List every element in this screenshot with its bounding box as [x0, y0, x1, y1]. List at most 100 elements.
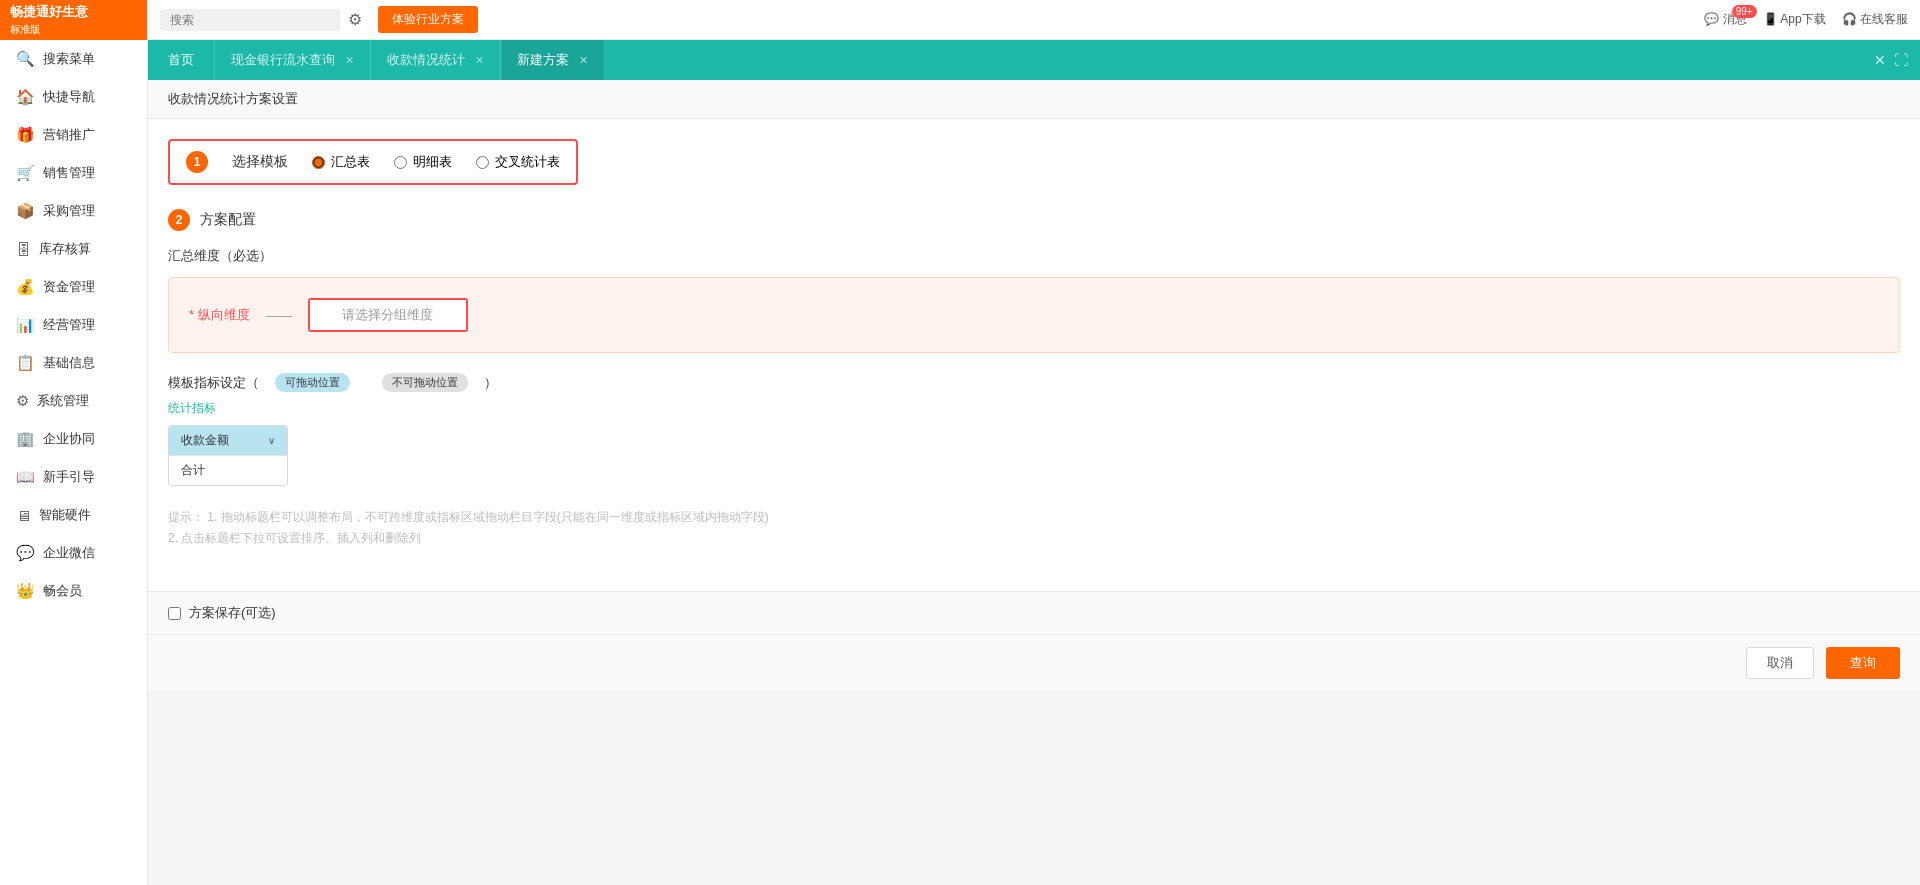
sidebar-item-quick-nav[interactable]: 🏠 快捷导航 [0, 78, 147, 116]
sidebar-label-enterprise: 企业协同 [43, 430, 95, 448]
metrics-config: 模板指标设定（ 可拖动位置 不可拖动位置 ） 统计指标 收款金额 ∨ [168, 373, 1900, 489]
sidebar-item-enterprise[interactable]: 🏢 企业协同 [0, 420, 147, 458]
non-draggable-hint: 不可拖动位置 [382, 373, 468, 392]
service-label: 在线客服 [1860, 12, 1908, 26]
step1-num: 1 [186, 151, 208, 173]
tabbar-right: ✕ ⛶ [1862, 40, 1920, 80]
radio-cross[interactable] [476, 156, 489, 169]
metrics-row-label: 合计 [181, 463, 205, 477]
tip-1: 提示： 1. 拖动标题栏可以调整布局，不可跨维度或指标区域拖动栏目字段(只能在同… [168, 509, 1900, 526]
tab-new-plan[interactable]: 新建方案 ✕ [501, 40, 605, 80]
sidebar-item-finance[interactable]: 💰 资金管理 [0, 268, 147, 306]
topbar: ⚙ 体验行业方案 💬 99+ 消息 📱 App下载 🎧 在线客服 [148, 0, 1920, 40]
sales-icon: 🛒 [16, 164, 35, 182]
sidebar-item-guide[interactable]: 📖 新手引导 [0, 458, 147, 496]
save-label[interactable]: 方案保存(可选) [189, 604, 276, 622]
sidebar-label-finance: 资金管理 [43, 278, 95, 296]
tab-receipt-stats-label: 收款情况统计 [387, 51, 465, 69]
sidebar-label-sales: 销售管理 [43, 164, 95, 182]
footer-actions: 取消 查询 [148, 634, 1920, 691]
settings-icon[interactable]: ⚙ [348, 10, 362, 29]
dimension-row: 纵向维度 —— 请选择分组维度 [189, 298, 1879, 332]
draggable-hint: 可拖动位置 [275, 373, 350, 392]
query-button[interactable]: 查询 [1826, 647, 1900, 679]
dimension-config: 汇总维度（必选） 纵向维度 —— 请选择分组维度 [168, 247, 1900, 353]
tab-receipt-stats[interactable]: 收款情况统计 ✕ [371, 40, 501, 80]
sidebar-label-search-menu: 搜索菜单 [43, 50, 95, 68]
dimension-row-label: 纵向维度 [189, 306, 250, 324]
wechat-icon: 💬 [16, 544, 35, 562]
page-content: 收款情况统计方案设置 1 选择模板 汇总表 明细表 [148, 80, 1920, 885]
step2-num: 2 [168, 209, 190, 231]
chevron-down-icon[interactable]: ∨ [268, 435, 275, 446]
tabbar-expand-icon[interactable]: ⛶ [1894, 52, 1908, 68]
operations-icon: 📊 [16, 316, 35, 334]
template-select-box: 1 选择模板 汇总表 明细表 交叉统计表 [168, 139, 578, 185]
tab-home[interactable]: 首页 [148, 40, 215, 80]
sidebar: 畅捷通好生意 标准版 🔍 搜索菜单 🏠 快捷导航 🎁 营销推广 🛒 销售管理 📦… [0, 0, 148, 885]
step2-label: 方案配置 [200, 211, 256, 229]
tip-2: 2. 点击标题栏下拉可设置排序、插入列和删除列 [168, 530, 1900, 547]
sidebar-item-smart-hw[interactable]: 🖥 智能硬件 [0, 496, 147, 534]
option-cross-label: 交叉统计表 [495, 153, 560, 171]
sidebar-item-system[interactable]: ⚙ 系统管理 [0, 382, 147, 420]
step1-section: 1 选择模板 汇总表 明细表 交叉统计表 [168, 139, 1900, 185]
message-badge[interactable]: 💬 99+ 消息 [1704, 11, 1746, 28]
sidebar-item-inventory[interactable]: 🗄 库存核算 [0, 230, 147, 268]
metrics-header-label: 收款金额 [181, 432, 229, 449]
quick-nav-icon: 🏠 [16, 88, 35, 106]
radio-detail[interactable] [394, 156, 407, 169]
sidebar-label-inventory: 库存核算 [39, 240, 91, 258]
sidebar-label-basic-info: 基础信息 [43, 354, 95, 372]
metrics-label: 模板指标设定（ 可拖动位置 不可拖动位置 ） [168, 373, 1900, 392]
radio-summary[interactable] [312, 156, 325, 169]
option-cross[interactable]: 交叉统计表 [476, 153, 560, 171]
sidebar-item-basic-info[interactable]: 📋 基础信息 [0, 344, 147, 382]
metrics-label-prefix: 模板指标设定（ [168, 374, 259, 392]
tab-new-plan-label: 新建方案 [517, 51, 569, 69]
bottom-save-section: 方案保存(可选) [148, 591, 1920, 634]
app-download[interactable]: 📱 App下载 [1763, 11, 1826, 28]
online-service[interactable]: 🎧 在线客服 [1842, 11, 1908, 28]
cancel-button[interactable]: 取消 [1746, 647, 1814, 679]
metrics-table: 收款金额 ∨ 合计 [168, 425, 288, 486]
step1-header: 1 选择模板 汇总表 明细表 交叉统计表 [168, 139, 1900, 185]
arrow-label: —— [266, 308, 292, 323]
sidebar-logo: 畅捷通好生意 标准版 [0, 0, 147, 40]
tab-bank-flow-close[interactable]: ✕ [345, 54, 354, 67]
tab-receipt-stats-close[interactable]: ✕ [475, 54, 484, 67]
trial-button[interactable]: 体验行业方案 [378, 6, 478, 33]
sidebar-item-purchase[interactable]: 📦 采购管理 [0, 192, 147, 230]
sidebar-label-wechat: 企业微信 [43, 544, 95, 562]
sidebar-item-sales[interactable]: 🛒 销售管理 [0, 154, 147, 192]
tabbar-close-icon[interactable]: ✕ [1874, 52, 1886, 68]
dimension-title: 汇总维度（必选） [168, 247, 1900, 265]
sidebar-item-marketing[interactable]: 🎁 营销推广 [0, 116, 147, 154]
sidebar-item-member[interactable]: 👑 畅会员 [0, 572, 147, 610]
sidebar-label-quick-nav: 快捷导航 [43, 88, 95, 106]
save-checkbox[interactable] [168, 607, 181, 620]
sidebar-item-wechat[interactable]: 💬 企业微信 [0, 534, 147, 572]
option-summary-label: 汇总表 [331, 153, 370, 171]
inventory-icon: 🗄 [16, 241, 31, 258]
tab-new-plan-close[interactable]: ✕ [579, 54, 588, 67]
sidebar-label-operations: 经营管理 [43, 316, 95, 334]
topbar-right: 💬 99+ 消息 📱 App下载 🎧 在线客服 [1704, 11, 1908, 28]
option-summary[interactable]: 汇总表 [312, 153, 370, 171]
guide-icon: 📖 [16, 468, 35, 486]
sidebar-item-search-menu[interactable]: 🔍 搜索菜单 [0, 40, 147, 78]
step1-label: 选择模板 [232, 153, 288, 171]
sidebar-label-member: 畅会员 [43, 582, 82, 600]
metrics-label-suffix: ） [484, 374, 497, 392]
form-container: 1 选择模板 汇总表 明细表 交叉统计表 [148, 119, 1920, 591]
sidebar-item-operations[interactable]: 📊 经营管理 [0, 306, 147, 344]
metrics-table-header[interactable]: 收款金额 ∨ [169, 426, 287, 455]
basic-info-icon: 📋 [16, 354, 35, 372]
tab-bank-flow[interactable]: 现金银行流水查询 ✕ [215, 40, 371, 80]
dimension-select-button[interactable]: 请选择分组维度 [308, 298, 468, 332]
purchase-icon: 📦 [16, 202, 35, 220]
logo-edition: 标准版 [10, 23, 88, 37]
option-detail[interactable]: 明细表 [394, 153, 452, 171]
search-input[interactable] [160, 9, 340, 31]
logo-text: 畅捷通好生意 [10, 3, 88, 21]
